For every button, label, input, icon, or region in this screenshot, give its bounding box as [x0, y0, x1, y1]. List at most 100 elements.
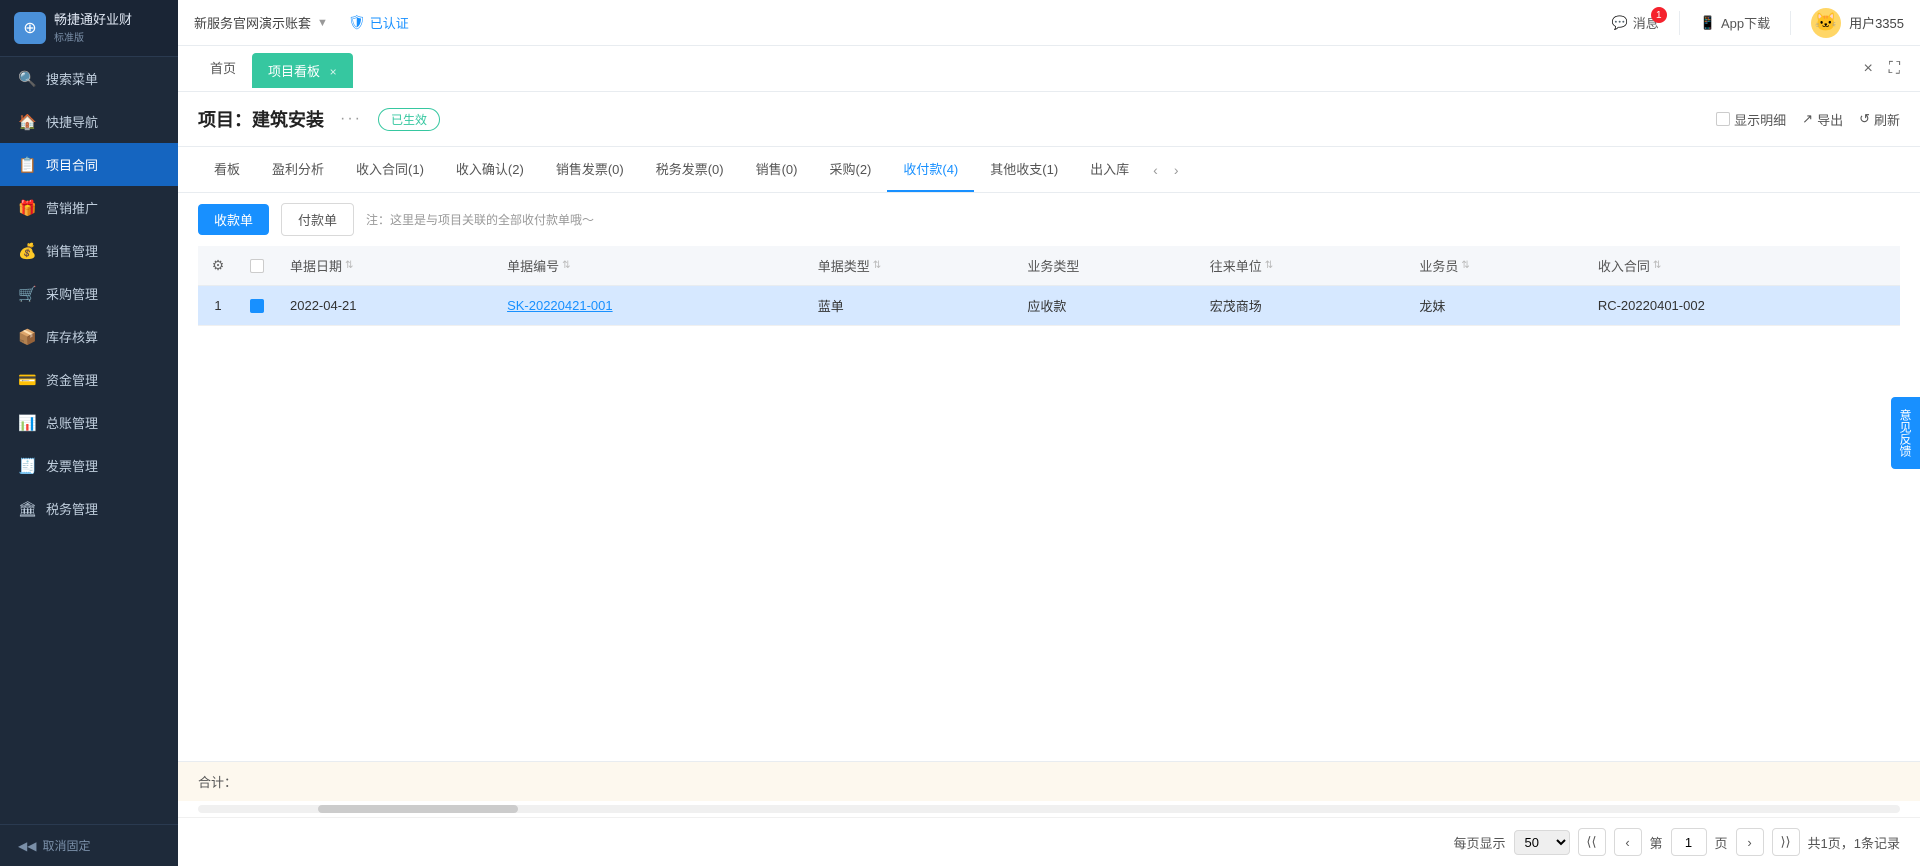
- certified-badge: 🛡 已认证: [348, 13, 409, 32]
- project-more-button[interactable]: ···: [340, 110, 362, 128]
- sidebar-item-inventory[interactable]: 📦 库存核算: [0, 315, 178, 358]
- gift-icon: 🎁: [18, 199, 36, 217]
- page-unit: 页: [1715, 833, 1728, 852]
- account-selector[interactable]: 新服务官网演示账套 ▼: [194, 13, 328, 32]
- payment-tab-button[interactable]: 付款单: [281, 203, 354, 236]
- topbar: 新服务官网演示账套 ▼ 🛡 已认证 💬 消息 1 📱 App下载 🐱 用户335…: [178, 0, 1920, 46]
- tab-home[interactable]: 首页: [194, 46, 252, 91]
- cell-partner: 宏茂商场: [1198, 286, 1408, 326]
- sidebar-logo: ⊕ 畅捷通好业财 标准版: [0, 0, 178, 57]
- th-settings[interactable]: ⚙: [198, 246, 238, 286]
- app-logo-icon: ⊕: [14, 12, 46, 44]
- th-salesman: 业务员 ⇅: [1407, 246, 1585, 286]
- gear-icon[interactable]: ⚙: [212, 257, 225, 273]
- subnav-income-confirm[interactable]: 收入确认(2): [440, 147, 540, 192]
- project-prefix: 项目：建筑安装: [198, 106, 324, 132]
- th-partner: 往来单位 ⇅: [1198, 246, 1408, 286]
- sort-icon: ⇅: [873, 260, 881, 271]
- topbar-right: 💬 消息 1 📱 App下载 🐱 用户3355: [1612, 8, 1904, 38]
- sidebar-item-invoice[interactable]: 🧾 发票管理: [0, 444, 178, 487]
- search-icon: 🔍: [18, 70, 36, 88]
- tabbar: 首页 项目看板 × × ⛶: [178, 46, 1920, 92]
- sort-icon: ⇅: [345, 260, 353, 271]
- sidebar-item-finance[interactable]: 💳 资金管理: [0, 358, 178, 401]
- sidebar-unpin-button[interactable]: ◀◀ 取消固定: [0, 824, 178, 866]
- scrollbar-thumb[interactable]: [318, 805, 518, 813]
- subnav-tax-invoice[interactable]: 税务发票(0): [640, 147, 740, 192]
- project-icon: 📋: [18, 156, 36, 174]
- close-window-button[interactable]: ×: [1859, 56, 1876, 82]
- table-total-row: 合计：: [178, 761, 1920, 801]
- receipt-icon: 🧾: [18, 457, 36, 475]
- subnav-profit[interactable]: 盈利分析: [256, 147, 340, 192]
- tab-project-board[interactable]: 项目看板 ×: [252, 53, 353, 88]
- subnav-other-payment[interactable]: 其他收支(1): [974, 147, 1074, 192]
- subnav-purchase[interactable]: 采购(2): [813, 147, 887, 192]
- list-hint-text: 注：这里是与项目关联的全部收付款单哦～: [366, 211, 594, 228]
- sales-icon: 💰: [18, 242, 36, 260]
- next-page-button[interactable]: ›: [1736, 828, 1764, 856]
- shield-icon: 🛡: [348, 14, 366, 31]
- sidebar-item-ledger[interactable]: 📊 总账管理: [0, 401, 178, 444]
- subnav-payment[interactable]: 收付款(4): [887, 147, 974, 192]
- tab-close-icon[interactable]: ×: [330, 65, 337, 79]
- subnav: 看板 盈利分析 收入合同(1) 收入确认(2) 销售发票(0) 税务发票(0) …: [178, 147, 1920, 193]
- sidebar-item-marketing[interactable]: 🎁 营销推广: [0, 186, 178, 229]
- th-date: 单据日期 ⇅: [278, 246, 495, 286]
- table-select-all[interactable]: [250, 259, 264, 273]
- export-icon: ↗: [1802, 111, 1813, 127]
- subnav-prev-icon[interactable]: ‹: [1145, 150, 1166, 190]
- cell-checkbox: [238, 286, 278, 326]
- project-status-badge: 已生效: [378, 108, 440, 131]
- main-area: 新服务官网演示账套 ▼ 🛡 已认证 💬 消息 1 📱 App下载 🐱 用户335…: [178, 0, 1920, 866]
- th-biz-type: 业务类型: [1015, 246, 1197, 286]
- horizontal-scrollbar[interactable]: [178, 801, 1920, 817]
- total-label: 合计：: [198, 775, 237, 790]
- user-menu[interactable]: 🐱 用户3355: [1811, 8, 1904, 38]
- page-label: 第: [1650, 833, 1663, 852]
- table-container: ⚙ 单据日期 ⇅ 单据编号: [178, 246, 1920, 761]
- sidebar-item-search[interactable]: 🔍 搜索菜单: [0, 57, 178, 100]
- table-header-row: ⚙ 单据日期 ⇅ 单据编号: [198, 246, 1900, 286]
- pagination-summary: 共1页，1条记录: [1808, 833, 1900, 852]
- subnav-sales-invoice[interactable]: 销售发票(0): [540, 147, 640, 192]
- subnav-warehouse[interactable]: 出入库: [1074, 147, 1145, 192]
- sidebar-item-quicknav[interactable]: 🏠 快捷导航: [0, 100, 178, 143]
- topbar-divider2: [1790, 11, 1791, 35]
- sidebar-item-purchase[interactable]: 🛒 采购管理: [0, 272, 178, 315]
- sidebar-item-tax[interactable]: 🏛 税务管理: [0, 487, 178, 530]
- app-download-button[interactable]: 📱 App下载: [1700, 13, 1770, 32]
- subnav-sales[interactable]: 销售(0): [740, 147, 814, 192]
- project-actions: 显示明细 ↗ 导出 ↺ 刷新: [1716, 110, 1900, 129]
- per-page-select[interactable]: 50 100 200: [1514, 830, 1570, 855]
- sidebar-item-sales[interactable]: 💰 销售管理: [0, 229, 178, 272]
- fullscreen-button[interactable]: ⛶: [1885, 56, 1904, 82]
- app-logo-text: 畅捷通好业财 标准版: [54, 12, 132, 44]
- sidebar-item-project[interactable]: 📋 项目合同: [0, 143, 178, 186]
- message-button[interactable]: 💬 消息 1: [1612, 13, 1659, 32]
- show-detail-checkbox[interactable]: 显示明细: [1716, 110, 1786, 129]
- export-button[interactable]: ↗ 导出: [1802, 110, 1843, 129]
- subnav-next-icon[interactable]: ›: [1166, 150, 1187, 190]
- document-link[interactable]: SK-20220421-001: [507, 298, 613, 313]
- first-page-button[interactable]: ⟨⟨: [1578, 828, 1606, 856]
- cell-biz-type: 应收款: [1015, 286, 1197, 326]
- sort-icon: ⇅: [1461, 260, 1469, 271]
- sort-icon: ⇅: [1653, 260, 1661, 271]
- table-row: 1 2022-04-21 SK-20220421-001 蓝单 应收款 宏茂商场…: [198, 286, 1900, 326]
- home-icon: 🏠: [18, 113, 36, 131]
- receipt-tab-button[interactable]: 收款单: [198, 204, 269, 235]
- cell-contract: RC-20220401-002: [1586, 286, 1900, 326]
- th-number: 单据编号 ⇅: [495, 246, 806, 286]
- subnav-income-contract[interactable]: 收入合同(1): [340, 147, 440, 192]
- feedback-button[interactable]: 意见反馈: [1891, 397, 1920, 469]
- row-checkbox[interactable]: [250, 299, 264, 313]
- username: 用户3355: [1849, 13, 1904, 32]
- subnav-kanban[interactable]: 看板: [198, 147, 256, 192]
- last-page-button[interactable]: ⟩⟩: [1772, 828, 1800, 856]
- sidebar: ⊕ 畅捷通好业财 标准版 🔍 搜索菜单 🏠 快捷导航 📋 项目合同 🎁 营销推广…: [0, 0, 178, 866]
- page-number-input[interactable]: 1: [1671, 828, 1707, 856]
- refresh-button[interactable]: ↺ 刷新: [1859, 110, 1900, 129]
- tax-icon: 🏛: [18, 500, 36, 518]
- prev-page-button[interactable]: ‹: [1614, 828, 1642, 856]
